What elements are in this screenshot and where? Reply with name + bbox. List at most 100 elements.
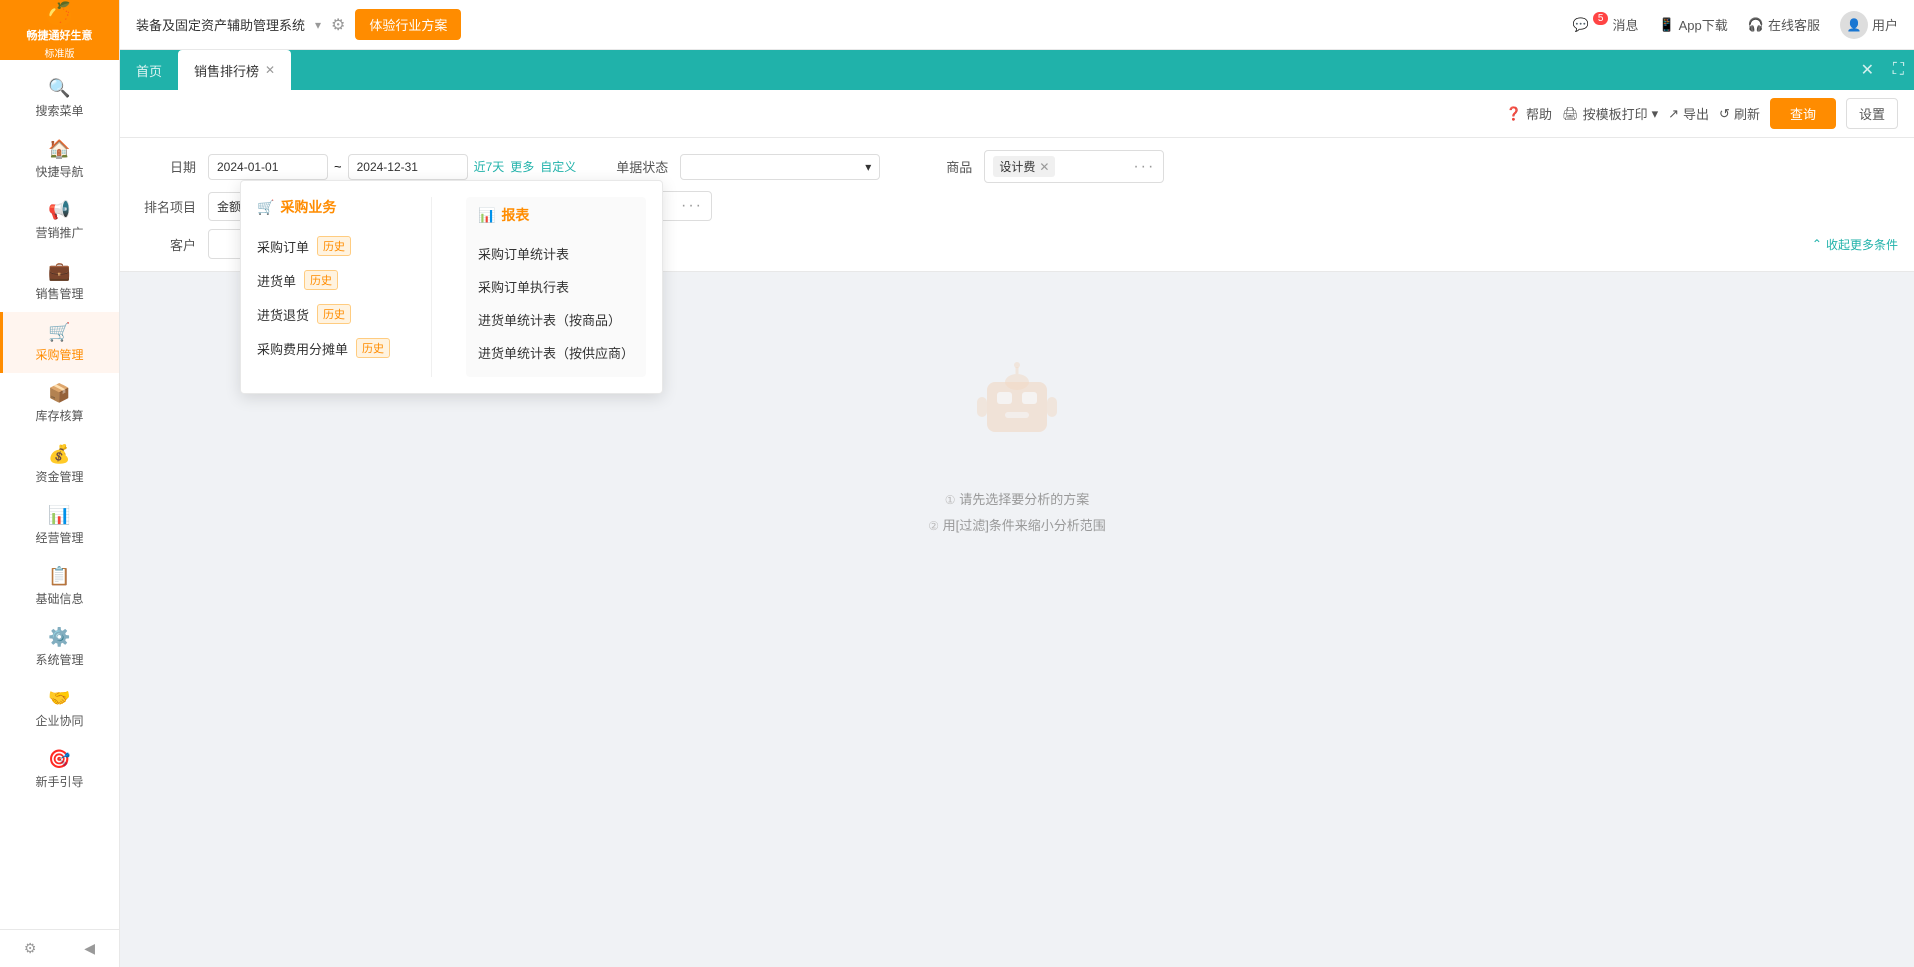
system-title: 装备及固定资产辅助管理系统	[136, 15, 305, 34]
tab-sales-rank[interactable]: 销售排行榜 ✕	[178, 50, 291, 90]
mega-menu-item-return[interactable]: 进货退货 历史	[257, 297, 397, 331]
print-button[interactable]: 🖨 按模板打印 ▾	[1562, 104, 1658, 123]
sidebar-item-marketing[interactable]: 📢 营销推广	[0, 190, 119, 251]
mega-menu-item-purchase-order[interactable]: 采购订单 历史	[257, 229, 397, 263]
tab-home-label: 首页	[136, 61, 162, 80]
tabbar-close-button[interactable]: ✕	[1861, 60, 1874, 80]
header-settings-icon[interactable]: ⚙	[331, 15, 345, 35]
sidebar-nav: 🔍 搜索菜单 🏠 快捷导航 📢 营销推广 💼 销售管理 🛒 采购管理 📦 库存核…	[0, 60, 119, 929]
goods-tag-close-icon[interactable]: ✕	[1039, 160, 1049, 174]
tab-sales-rank-close-icon[interactable]: ✕	[265, 63, 275, 77]
sidebar-item-basic-info[interactable]: 📋 基础信息	[0, 556, 119, 617]
sidebar-item-system[interactable]: ⚙️ 系统管理	[0, 617, 119, 678]
mega-menu-item-purchase-exec[interactable]: 采购订单执行表	[478, 270, 634, 303]
mega-menu-report-title: 📊 报表	[478, 205, 634, 225]
sidebar-collapse-button[interactable]: ◀	[84, 940, 95, 957]
sales-icon: 💼	[48, 261, 70, 282]
header-left: 装备及固定资产辅助管理系统 ▾ ⚙ 体验行业方案	[136, 9, 461, 40]
header-right: 💬 5 消息 📱 App下载 🎧 在线客服 👤 用户	[1573, 11, 1898, 39]
empty-illustration	[967, 352, 1067, 452]
goods-tag: 设计费 ✕	[993, 156, 1055, 177]
sidebar-item-operations[interactable]: 📊 经营管理	[0, 495, 119, 556]
export-button[interactable]: ↗ 导出	[1668, 104, 1709, 123]
headset-icon: 🎧	[1748, 17, 1764, 33]
help-button[interactable]: ❓ 帮助	[1506, 104, 1552, 123]
help-label: 帮助	[1526, 104, 1552, 123]
operations-icon: 📊	[48, 505, 70, 526]
sidebar-settings-button[interactable]: ⚙	[24, 940, 37, 957]
rank-value: 金额	[217, 198, 241, 215]
sidebar-label-purchase: 采购管理	[35, 346, 83, 363]
app-download-button[interactable]: 📱 App下载	[1658, 15, 1727, 34]
logo-icon: 🍊	[46, 1, 73, 27]
messages-button[interactable]: 💬 5 消息	[1573, 15, 1639, 34]
sidebar-item-inventory[interactable]: 📦 库存核算	[0, 373, 119, 434]
doc-status-select[interactable]: ▾	[680, 154, 880, 180]
sidebar-item-purchase[interactable]: 🛒 采购管理	[0, 312, 119, 373]
app-download-label: App下载	[1679, 15, 1728, 34]
sidebar-item-quick-nav[interactable]: 🏠 快捷导航	[0, 129, 119, 190]
date-shortcut-more[interactable]: 更多	[510, 158, 534, 175]
mega-menu-purchase-section: 🛒 采购业务 采购订单 历史 进货单 历史 进货退货 历史 采购费用分摊单	[257, 197, 397, 377]
logo-subtitle: 标准版	[45, 45, 75, 60]
app-logo: 🍊 畅捷通好生意 标准版	[0, 0, 119, 60]
tabbar-expand-button[interactable]: ⛶	[1893, 61, 1904, 79]
purchase-section-label: 采购业务	[280, 197, 336, 217]
sidebar: 🍊 畅捷通好生意 标准版 🔍 搜索菜单 🏠 快捷导航 📢 营销推广 💼 销售管理…	[0, 0, 120, 967]
salesman-more-icon[interactable]: ···	[681, 197, 703, 215]
finance-icon: 💰	[48, 444, 70, 465]
sidebar-label-finance: 资金管理	[35, 468, 83, 485]
export-icon: ↗	[1668, 106, 1679, 122]
sidebar-label-sales: 销售管理	[35, 285, 83, 302]
dropdown-arrow-icon[interactable]: ▾	[315, 18, 321, 32]
tab-home[interactable]: 首页	[120, 50, 178, 90]
date-shortcut-7days[interactable]: 近7天	[474, 158, 505, 175]
goods-more-icon[interactable]: ···	[1133, 158, 1155, 176]
sidebar-item-enterprise[interactable]: 🤝 企业协同	[0, 678, 119, 739]
avatar: 👤	[1840, 11, 1868, 39]
goods-tag-value: 设计费	[999, 158, 1035, 175]
empty-hint-2-text: 用[过滤]条件来缩小分析范围	[943, 518, 1106, 533]
filter-settings-button[interactable]: 设置	[1846, 98, 1898, 129]
enterprise-icon: 🤝	[48, 688, 70, 709]
mega-menu-item-incoming-stat-goods[interactable]: 进货单统计表（按商品）	[478, 303, 634, 336]
query-button[interactable]: 查询	[1770, 98, 1836, 129]
mega-menu-item-incoming[interactable]: 进货单 历史	[257, 263, 397, 297]
refresh-button[interactable]: ↺ 刷新	[1719, 104, 1760, 123]
mega-menu-item-cost[interactable]: 采购费用分摊单 历史	[257, 331, 397, 365]
sidebar-item-finance[interactable]: 💰 资金管理	[0, 434, 119, 495]
toolbar-actions: ❓ 帮助 🖨 按模板打印 ▾ ↗ 导出 ↺ 刷新 查询 设置	[120, 90, 1914, 138]
main-area: 装备及固定资产辅助管理系统 ▾ ⚙ 体验行业方案 💬 5 消息 📱 App下载 …	[120, 0, 1914, 967]
industry-plan-button[interactable]: 体验行业方案	[355, 9, 461, 40]
sidebar-item-search[interactable]: 🔍 搜索菜单	[0, 68, 119, 129]
user-profile-button[interactable]: 👤 用户	[1840, 11, 1898, 39]
messages-badge: 5	[1593, 12, 1609, 25]
online-service-label: 在线客服	[1768, 15, 1820, 34]
date-shortcut-custom[interactable]: 自定义	[540, 158, 576, 175]
sidebar-label-search: 搜索菜单	[35, 102, 83, 119]
date-start-input[interactable]	[208, 154, 328, 180]
sidebar-item-sales[interactable]: 💼 销售管理	[0, 251, 119, 312]
online-service-button[interactable]: 🎧 在线客服	[1748, 15, 1820, 34]
purchase-order-label: 采购订单	[257, 237, 309, 256]
sidebar-label-inventory: 库存核算	[35, 407, 83, 424]
print-icon: 🖨	[1562, 106, 1579, 122]
inventory-icon: 📦	[48, 383, 70, 404]
incoming-stat-goods-label: 进货单统计表（按商品）	[478, 310, 621, 329]
cost-history-badge: 历史	[356, 338, 390, 358]
customer-label: 客户	[136, 235, 196, 254]
date-end-input[interactable]	[348, 154, 468, 180]
sidebar-label-operations: 经营管理	[35, 529, 83, 546]
mega-menu-item-incoming-stat-supplier[interactable]: 进货单统计表（按供应商）	[478, 336, 634, 369]
chevron-up-icon: ⌃	[1812, 237, 1822, 251]
return-history-badge: 历史	[317, 304, 351, 324]
incoming-stat-supplier-label: 进货单统计表（按供应商）	[478, 343, 634, 362]
collapse-filter-button[interactable]: ⌃ 收起更多条件	[1812, 236, 1898, 253]
report-section-icon: 📊	[478, 207, 495, 224]
sidebar-item-newbie[interactable]: 🎯 新手引导	[0, 739, 119, 800]
cost-label: 采购费用分摊单	[257, 339, 348, 358]
goods-select[interactable]: 设计费 ✕ ···	[984, 150, 1164, 183]
messages-label: 消息	[1612, 15, 1638, 34]
mega-menu-item-purchase-stat[interactable]: 采购订单统计表	[478, 237, 634, 270]
purchase-mega-menu: 🛒 采购业务 采购订单 历史 进货单 历史 进货退货 历史 采购费用分摊单	[240, 180, 663, 394]
